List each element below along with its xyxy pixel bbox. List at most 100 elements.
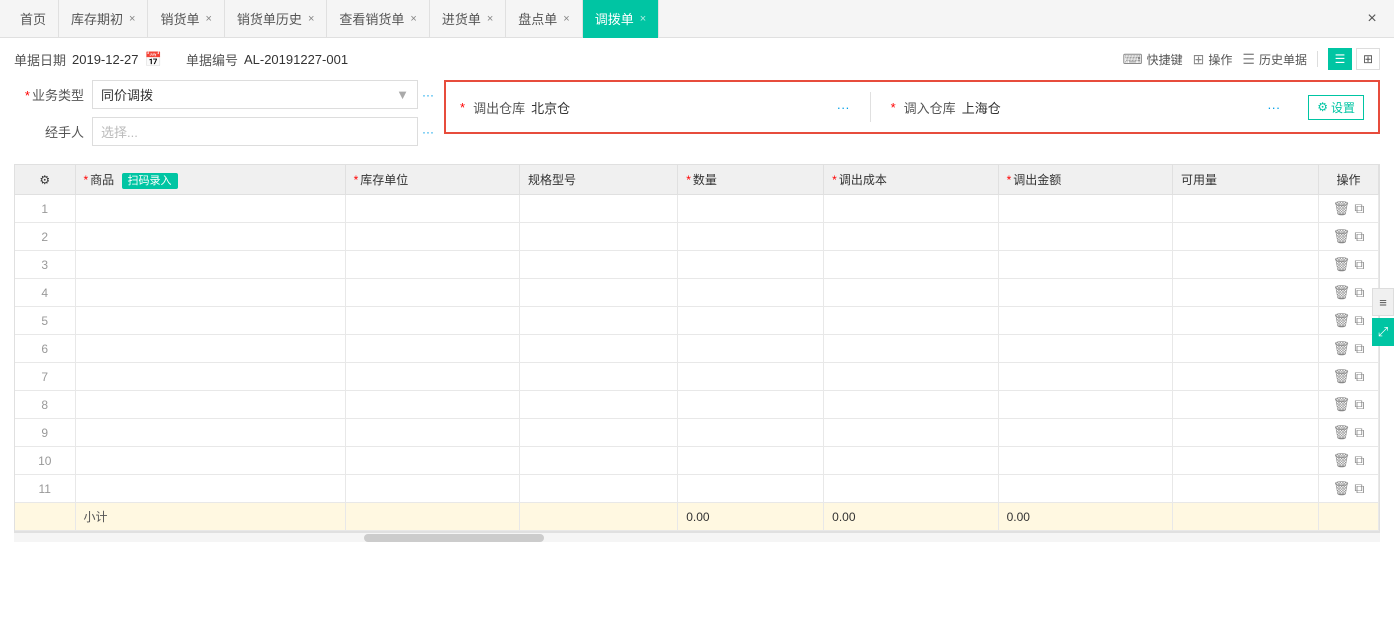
cell-quantity[interactable]: [678, 195, 824, 223]
table-body: 1 🗑 ⧉ 2: [15, 195, 1379, 531]
person-input[interactable]: 选择...: [92, 117, 418, 146]
operations-icon: ⊞: [1193, 51, 1205, 68]
delete-row-button[interactable]: 🗑: [1333, 452, 1351, 469]
side-expand-button[interactable]: ⤢: [1372, 318, 1394, 346]
tab-inventory-init-label: 库存期初: [71, 9, 123, 28]
side-panel-buttons: ≡ ⤢: [1372, 288, 1394, 346]
tab-inventory-check[interactable]: 盘点单 ×: [506, 0, 582, 38]
table-row: 7 🗑⧉: [15, 363, 1379, 391]
tab-inventory-check-close[interactable]: ×: [563, 13, 569, 25]
horizontal-scrollbar[interactable]: [14, 532, 1380, 542]
business-type-label: *业务类型: [14, 85, 84, 104]
target-warehouse-more[interactable]: ···: [1267, 100, 1280, 115]
source-warehouse-label: 调出仓库: [473, 98, 525, 117]
copy-row-button[interactable]: ⧉: [1354, 256, 1364, 273]
th-available: 可用量: [1172, 165, 1318, 195]
scan-barcode-button[interactable]: 扫码录入: [122, 173, 178, 189]
cell-cost[interactable]: [824, 195, 998, 223]
person-row: 经手人 选择... ···: [14, 117, 434, 146]
delete-row-button[interactable]: 🗑: [1333, 424, 1351, 441]
close-all-button[interactable]: ×: [1358, 5, 1386, 33]
table-row: 11 🗑⧉: [15, 475, 1379, 503]
copy-row-button[interactable]: ⧉: [1354, 340, 1364, 357]
tab-inventory-init-close[interactable]: ×: [129, 13, 135, 25]
copy-row-button[interactable]: ⧉: [1354, 480, 1364, 497]
copy-row-button[interactable]: ⧉: [1354, 452, 1364, 469]
tab-view-sales[interactable]: 查看销货单 ×: [327, 0, 429, 38]
table-header-row: ⚙ *商品 扫码录入 *库存单位 规格型号 *数量 *调出成本: [15, 165, 1379, 195]
tab-view-sales-close[interactable]: ×: [410, 13, 416, 25]
business-type-more[interactable]: ···: [422, 88, 434, 102]
copy-row-button[interactable]: ⧉: [1354, 284, 1364, 301]
history-label: 历史单据: [1259, 51, 1307, 68]
tab-sales-order-label: 销货单: [160, 9, 199, 28]
tab-purchase-close[interactable]: ×: [487, 13, 493, 25]
side-list-button[interactable]: ≡: [1372, 288, 1394, 316]
date-value: 2019-12-27: [72, 52, 139, 67]
operations-button[interactable]: ⊞ 操作: [1193, 51, 1233, 68]
operations-label: 操作: [1208, 51, 1232, 68]
copy-row-button[interactable]: ⧉: [1354, 200, 1364, 217]
delete-row-button[interactable]: 🗑: [1333, 340, 1351, 357]
delete-row-button[interactable]: 🗑: [1333, 368, 1351, 385]
grid-tile-button[interactable]: ⊞: [1356, 48, 1380, 70]
tab-inventory-init[interactable]: 库存期初 ×: [59, 0, 148, 38]
person-more[interactable]: ···: [422, 125, 434, 139]
delete-row-button[interactable]: 🗑: [1333, 480, 1351, 497]
cell-unit[interactable]: [345, 195, 519, 223]
warehouse-box: * 调出仓库 北京仓 ··· * 调入仓库 上海仓 ··· ⚙ 设置: [444, 80, 1380, 134]
form-left: *业务类型 同价调拨 ▼ ··· 经手人 选择... ···: [14, 80, 434, 154]
grid-list-button[interactable]: ☰: [1328, 48, 1352, 70]
subtotal-row: 小计 0.00 0.00 0.00: [15, 503, 1379, 531]
date-label: 单据日期: [14, 50, 66, 69]
tab-sales-order-close[interactable]: ×: [205, 13, 211, 25]
delete-row-button[interactable]: 🗑: [1333, 256, 1351, 273]
cell-spec[interactable]: [520, 195, 678, 223]
tab-transfer[interactable]: 调拨单 ×: [583, 0, 659, 38]
warehouse-divider: [870, 92, 871, 122]
business-type-select[interactable]: 同价调拨 ▼: [92, 80, 418, 109]
delete-row-button[interactable]: 🗑: [1333, 312, 1351, 329]
table-row: 6 🗑⧉: [15, 335, 1379, 363]
shortcuts-label: 快捷键: [1147, 51, 1183, 68]
tab-transfer-close[interactable]: ×: [640, 13, 646, 25]
copy-row-button[interactable]: ⧉: [1354, 424, 1364, 441]
tab-home[interactable]: 首页: [8, 0, 59, 38]
cell-available[interactable]: [1172, 195, 1318, 223]
table-row: 10 🗑⧉: [15, 447, 1379, 475]
copy-row-button[interactable]: ⧉: [1354, 312, 1364, 329]
delete-row-button[interactable]: 🗑: [1333, 200, 1351, 217]
table-settings-icon[interactable]: ⚙: [39, 173, 50, 187]
tab-purchase[interactable]: 进货单 ×: [430, 0, 506, 38]
delete-row-button[interactable]: 🗑: [1333, 228, 1351, 245]
subtotal-amount: 0.00: [998, 503, 1172, 531]
copy-row-button[interactable]: ⧉: [1354, 368, 1364, 385]
settings-button[interactable]: ⚙ 设置: [1308, 95, 1364, 120]
person-placeholder: 选择...: [101, 125, 138, 140]
subtotal-label: 小计: [75, 503, 345, 531]
scroll-thumb: [364, 534, 544, 542]
copy-row-button[interactable]: ⧉: [1354, 396, 1364, 413]
person-label: 经手人: [14, 122, 84, 141]
shortcuts-icon: ⌨: [1122, 51, 1142, 68]
table-row: 8 🗑⧉: [15, 391, 1379, 419]
tab-sales-history[interactable]: 销货单历史 ×: [225, 0, 327, 38]
tab-sales-history-close[interactable]: ×: [308, 13, 314, 25]
number-value: AL-20191227-001: [244, 52, 348, 67]
cell-amount[interactable]: [998, 195, 1172, 223]
shortcuts-button[interactable]: ⌨ 快捷键: [1122, 51, 1182, 68]
main-content: 单据日期 2019-12-27 📅 单据编号 AL-20191227-001 ⌨…: [0, 38, 1394, 552]
product-table-container: ⚙ *商品 扫码录入 *库存单位 规格型号 *数量 *调出成本: [14, 164, 1380, 532]
tab-sales-order[interactable]: 销货单 ×: [148, 0, 224, 38]
source-warehouse-more[interactable]: ···: [837, 100, 850, 115]
history-button[interactable]: ☰ 历史单据: [1242, 51, 1307, 68]
chevron-down-icon: ▼: [396, 87, 409, 102]
delete-row-button[interactable]: 🗑: [1333, 284, 1351, 301]
target-warehouse-label: 调入仓库: [904, 98, 956, 117]
target-warehouse-field: * 调入仓库 上海仓 ···: [891, 98, 1281, 117]
th-cost: *调出成本: [824, 165, 998, 195]
calendar-icon[interactable]: 📅: [145, 51, 162, 68]
cell-product[interactable]: [75, 195, 345, 223]
delete-row-button[interactable]: 🗑: [1333, 396, 1351, 413]
copy-row-button[interactable]: ⧉: [1354, 228, 1364, 245]
